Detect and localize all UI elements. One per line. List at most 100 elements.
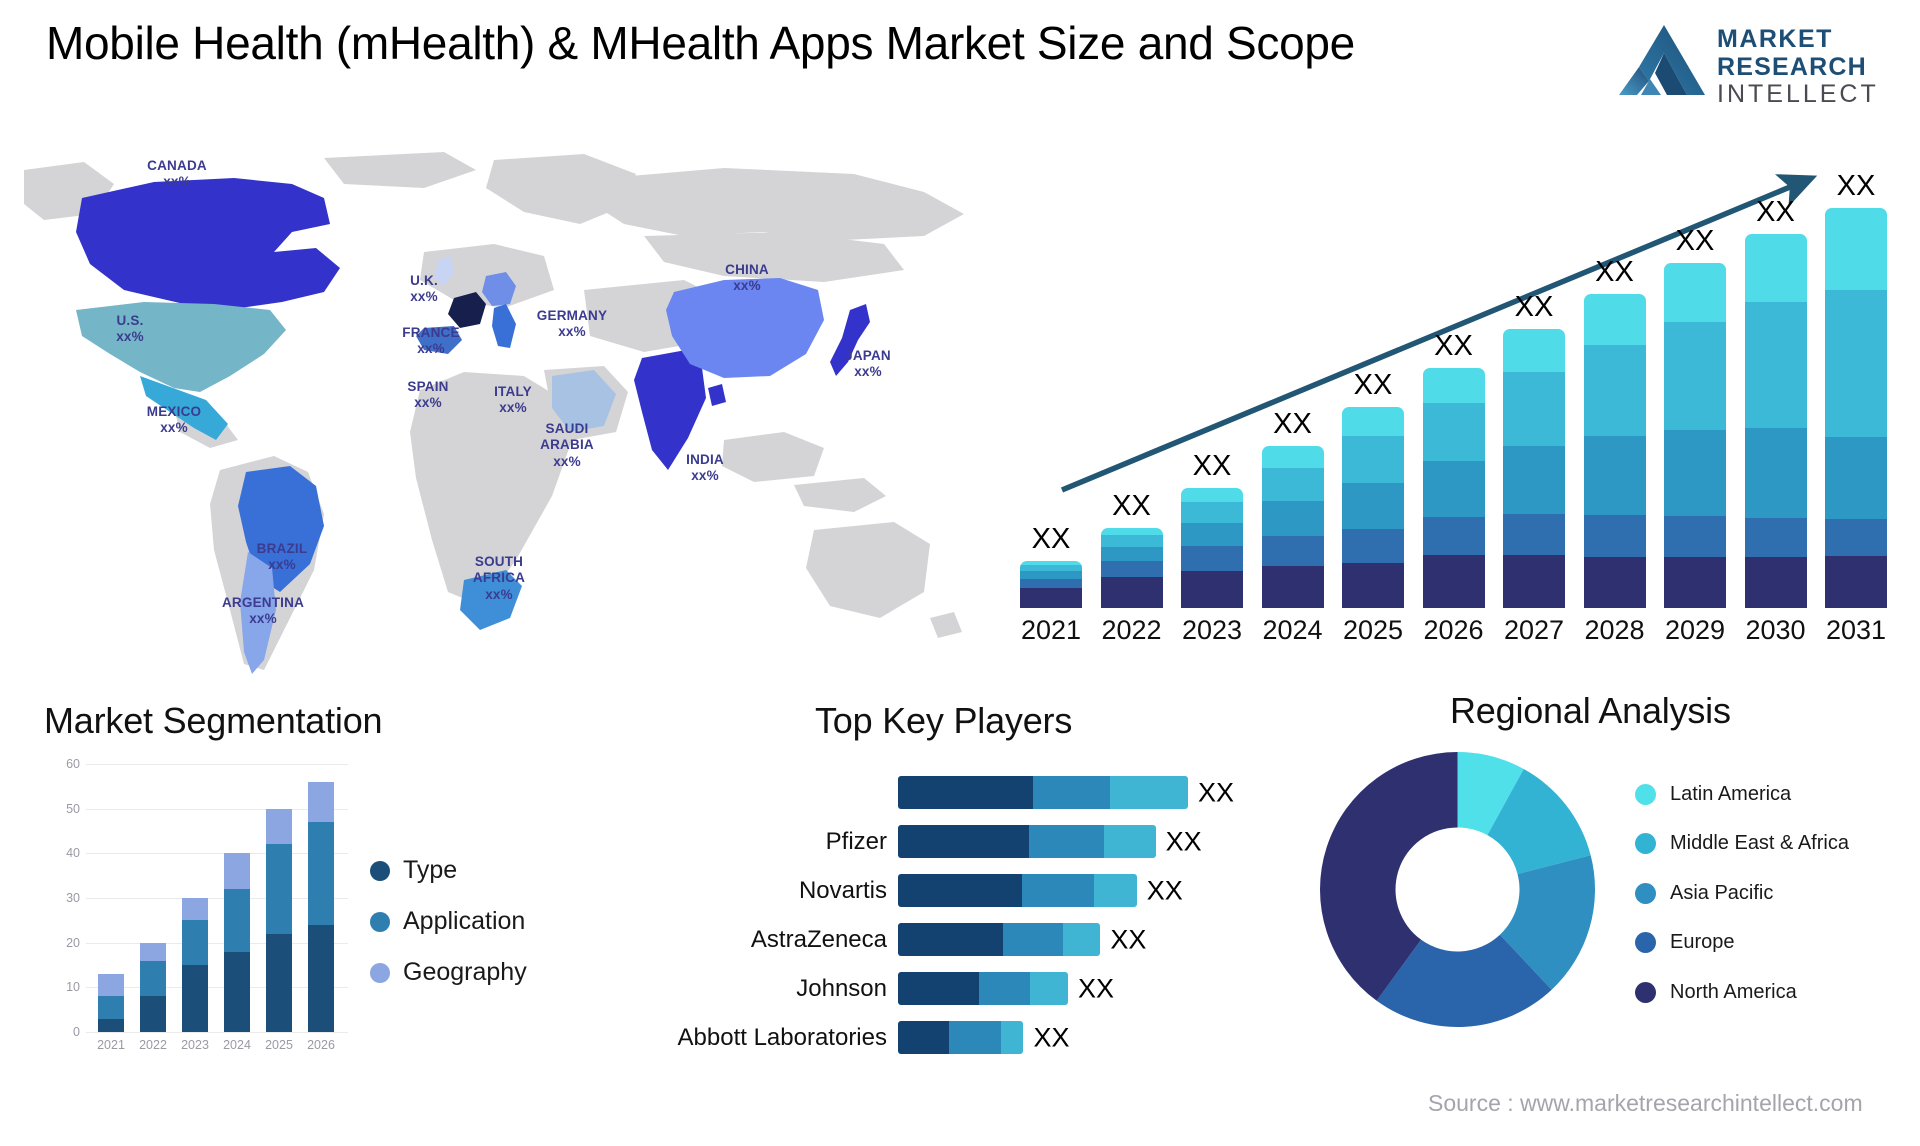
growth-segment-segment-1 bbox=[1664, 556, 1726, 608]
segmentation-bar-2022[interactable]: 2022 bbox=[139, 942, 167, 1052]
key-player-row[interactable]: Johnson XX bbox=[640, 964, 1300, 1013]
segmentation-bar-2024[interactable]: 2024 bbox=[223, 853, 251, 1052]
growth-segment-segment-3 bbox=[1020, 570, 1082, 579]
key-player-row[interactable]: Novartis XX bbox=[640, 866, 1300, 915]
growth-segment-segment-5 bbox=[1583, 294, 1646, 346]
segmentation-segment-type bbox=[182, 965, 208, 1032]
growth-segment-segment-4 bbox=[1664, 321, 1726, 430]
growth-bar-2023[interactable]: XX 2023 bbox=[1181, 450, 1243, 645]
growth-bar-2030[interactable]: XX 2030 bbox=[1744, 196, 1807, 645]
growth-segment-segment-1 bbox=[1020, 588, 1082, 608]
legend-dot-icon bbox=[370, 911, 390, 932]
growth-segment-segment-2 bbox=[1261, 536, 1324, 566]
growth-bar-stack bbox=[1100, 527, 1163, 608]
map-label-japan: JAPAN xx% bbox=[845, 348, 891, 380]
map-label-france: FRANCE xx% bbox=[402, 325, 460, 357]
growth-bar-stack bbox=[1583, 294, 1646, 608]
growth-bar-2029[interactable]: XX 2029 bbox=[1664, 225, 1726, 645]
legend-dot-icon bbox=[1635, 981, 1656, 1003]
segmentation-segment-application bbox=[308, 822, 334, 925]
growth-segment-segment-5 bbox=[1100, 527, 1163, 536]
segmentation-segment-geography bbox=[266, 808, 292, 845]
key-player-segment-series-1 bbox=[898, 776, 1033, 809]
segmentation-legend-item-application[interactable]: Application bbox=[370, 907, 527, 936]
segmentation-bar-2023[interactable]: 2023 bbox=[181, 898, 209, 1052]
key-player-row[interactable]: XX bbox=[640, 768, 1300, 817]
segmentation-legend-item-geography[interactable]: Geography bbox=[370, 958, 527, 987]
growth-segment-segment-5 bbox=[1422, 367, 1485, 404]
key-player-name: Novartis bbox=[798, 876, 887, 904]
svg-text:INTELLECT: INTELLECT bbox=[1717, 80, 1879, 108]
key-player-value: XX bbox=[1033, 1022, 1070, 1052]
key-player-segment-series-3 bbox=[1062, 923, 1101, 956]
top-key-players-rows: XX Pfizer XX Novartis XX AstraZeneca XX Johnson… bbox=[640, 768, 1300, 1062]
growth-bar-2028[interactable]: XX 2028 bbox=[1583, 256, 1646, 645]
segmentation-bar-stack bbox=[182, 898, 208, 1032]
key-player-segment-series-1 bbox=[898, 874, 1023, 907]
legend-dot-icon bbox=[370, 962, 390, 983]
growth-segment-segment-2 bbox=[1503, 513, 1565, 556]
key-player-row[interactable]: Pfizer XX bbox=[640, 817, 1300, 866]
growth-axis-label-2025: 2025 bbox=[1342, 615, 1404, 645]
growth-segment-segment-4 bbox=[1100, 535, 1163, 548]
growth-segment-segment-2 bbox=[1664, 515, 1726, 557]
region-legend-item-middle-east-africa[interactable]: Middle East & Africa bbox=[1635, 831, 1849, 855]
segmentation-x-label-2022: 2022 bbox=[139, 1038, 167, 1052]
growth-bar-stack bbox=[1422, 367, 1485, 608]
map-country-canada bbox=[76, 178, 340, 308]
map-label-italy: ITALY xx% bbox=[494, 384, 532, 416]
segmentation-segment-application bbox=[98, 996, 124, 1019]
growth-bar-2031[interactable]: XX 2031 bbox=[1825, 170, 1887, 645]
region-legend-label: Europe bbox=[1670, 931, 1735, 954]
growth-segment-segment-4 bbox=[1583, 345, 1646, 437]
growth-axis-label-2027: 2027 bbox=[1503, 615, 1565, 645]
region-legend-item-north-america[interactable]: North America bbox=[1635, 980, 1849, 1004]
market-growth-chart: XX 2021 XX 2022 XX 2023 XX 2024 XX 2025 XX 2026 XX 20… bbox=[1000, 150, 1912, 660]
segmentation-gridline bbox=[86, 1032, 348, 1033]
market-segmentation-chart: 60 50 40 30 20 10 0 2021 2022 2023 2024 2025 2026 bbox=[48, 757, 348, 1064]
growth-bar-value-2030: XX bbox=[1756, 195, 1795, 228]
map-label-brazil: BRAZIL xx% bbox=[256, 541, 308, 573]
key-player-segment-series-2 bbox=[978, 972, 1031, 1005]
growth-segment-segment-5 bbox=[1181, 488, 1243, 503]
growth-segment-segment-1 bbox=[1503, 555, 1565, 608]
growth-segment-segment-4 bbox=[1261, 467, 1324, 502]
growth-bar-2027[interactable]: XX 2027 bbox=[1503, 291, 1565, 645]
growth-segment-segment-1 bbox=[1825, 556, 1887, 608]
growth-bar-2026[interactable]: XX 2026 bbox=[1422, 330, 1485, 645]
region-legend-item-latin-america[interactable]: Latin America bbox=[1635, 782, 1849, 806]
legend-dot-icon bbox=[1635, 882, 1656, 904]
market-segmentation-title: Market Segmentation bbox=[44, 700, 383, 741]
region-legend-item-asia-pacific[interactable]: Asia Pacific bbox=[1635, 881, 1849, 905]
growth-segment-segment-3 bbox=[1100, 547, 1163, 561]
segmentation-segment-application bbox=[266, 844, 292, 934]
growth-axis-label-2029: 2029 bbox=[1664, 615, 1726, 645]
segmentation-segment-type bbox=[266, 933, 292, 1032]
key-player-name: Pfizer bbox=[825, 827, 887, 855]
market-segmentation-panel: Market Segmentation 60 50 40 30 20 10 0 2021 202… bbox=[40, 700, 620, 1120]
growth-bar-stack bbox=[1503, 328, 1565, 608]
segmentation-bar-2021[interactable]: 2021 bbox=[97, 973, 125, 1052]
growth-bar-2024[interactable]: XX 2024 bbox=[1261, 408, 1324, 645]
region-legend-label: Middle East & Africa bbox=[1670, 832, 1849, 855]
growth-segment-segment-3 bbox=[1261, 501, 1324, 537]
growth-bar-2022[interactable]: XX 2022 bbox=[1100, 490, 1163, 645]
growth-axis-label-2031: 2031 bbox=[1825, 615, 1887, 645]
region-legend-item-europe[interactable]: Europe bbox=[1635, 930, 1849, 954]
segmentation-segment-type bbox=[224, 951, 250, 1032]
growth-axis-label-2028: 2028 bbox=[1584, 615, 1645, 645]
map-label-saudi-arabia: SAUDI ARABIA xx% bbox=[540, 421, 594, 469]
key-player-row[interactable]: Abbott Laboratories XX bbox=[640, 1013, 1300, 1062]
segmentation-bar-2026[interactable]: 2026 bbox=[307, 781, 335, 1052]
segmentation-segment-application bbox=[140, 960, 166, 997]
growth-bar-2025[interactable]: XX 2025 bbox=[1342, 369, 1404, 645]
segmentation-y-tick-60: 60 bbox=[66, 757, 80, 771]
segmentation-bar-2025[interactable]: 2025 bbox=[265, 808, 293, 1052]
growth-bar-2021[interactable]: XX 2021 bbox=[1020, 523, 1082, 645]
page-title: Mobile Health (mHealth) & MHealth Apps M… bbox=[46, 17, 1355, 69]
key-player-name: Abbott Laboratories bbox=[677, 1023, 887, 1051]
growth-bar-value-2022: XX bbox=[1112, 489, 1151, 522]
segmentation-legend-item-type[interactable]: Type bbox=[370, 856, 527, 885]
growth-axis-label-2026: 2026 bbox=[1423, 615, 1484, 645]
key-player-row[interactable]: AstraZeneca XX bbox=[640, 915, 1300, 964]
